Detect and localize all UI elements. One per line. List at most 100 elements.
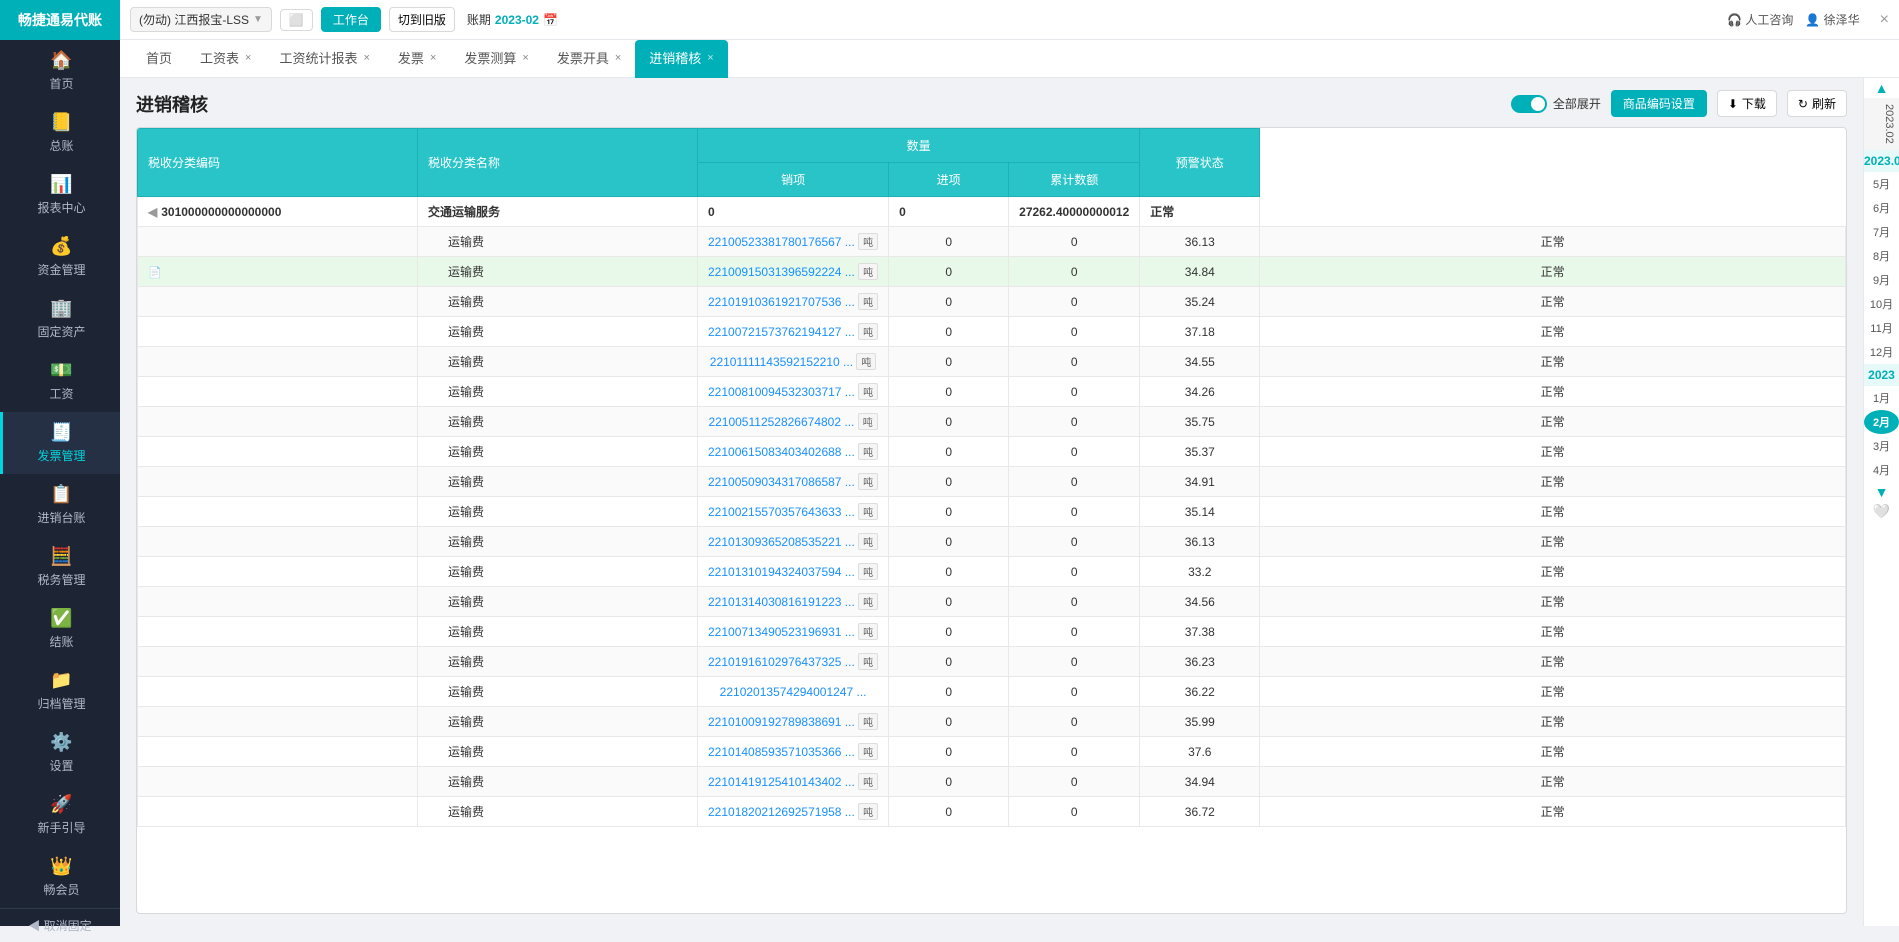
row-status: 正常 — [1260, 497, 1846, 527]
row-invoice[interactable]: 22100511252826674802 ... 吨 — [698, 407, 889, 437]
sidebar-item-settlement[interactable]: ✅结账 — [0, 598, 120, 660]
row-sale: 0 — [889, 437, 1009, 467]
tab-工资表[interactable]: 工资表× — [186, 40, 265, 78]
row-invoice[interactable]: 22101309365208535221 ... 吨 — [698, 527, 889, 557]
row-invoice[interactable]: 22100615083403402688 ... 吨 — [698, 437, 889, 467]
row-purchase: 0 — [1009, 497, 1140, 527]
calendar-month-10月[interactable]: 10月 — [1864, 292, 1899, 316]
sidebar-item-label: 工资 — [49, 385, 73, 402]
company-selector[interactable]: (勿动) 江西报宝-LSS ▼ — [130, 7, 272, 32]
copy-button[interactable]: ⬜ — [280, 9, 313, 31]
download-button[interactable]: ⬇ 下载 — [1717, 90, 1777, 117]
star-icon[interactable]: 🤍 — [1868, 502, 1896, 522]
sidebar-item-home[interactable]: 🏠首页 — [0, 40, 120, 102]
row-invoice[interactable]: 22100215570357643633 ... 吨 — [698, 497, 889, 527]
close-icon[interactable]: × — [1880, 11, 1889, 29]
company-label: (勿动) 江西报宝-LSS — [139, 11, 249, 28]
col-header-tax-name: 税收分类名称 — [418, 129, 698, 197]
tab-发票[interactable]: 发票× — [384, 40, 450, 78]
row-invoice[interactable]: 22101820212692571958 ... 吨 — [698, 797, 889, 827]
calendar-month-6月[interactable]: 6月 — [1864, 196, 1899, 220]
sidebar-item-archive[interactable]: 📁归档管理 — [0, 660, 120, 722]
calendar-month-12月[interactable]: 12月 — [1864, 340, 1899, 364]
sidebar-item-member[interactable]: 👑畅会员 — [0, 846, 120, 908]
tax-icon: 🧮 — [50, 546, 72, 567]
sidebar-item-funds[interactable]: 💰资金管理 — [0, 226, 120, 288]
row-name: 运输费 — [418, 767, 698, 797]
tab-首页[interactable]: 首页 — [132, 40, 186, 78]
sidebar-item-invoice[interactable]: 🧾发票管理 — [0, 412, 120, 474]
tab-close-icon[interactable]: × — [363, 52, 369, 64]
row-status: 正常 — [1260, 527, 1846, 557]
tab-进销稽核[interactable]: 进销稽核× — [635, 40, 727, 78]
sidebar-item-tax[interactable]: 🧮税务管理 — [0, 536, 120, 598]
row-invoice[interactable]: 22101009192789838691 ... 吨 — [698, 707, 889, 737]
row-invoice[interactable]: 22100810094532303717 ... 吨 — [698, 377, 889, 407]
tab-close-icon[interactable]: × — [522, 52, 528, 64]
row-invoice[interactable]: 22102013574294001247 ... — [698, 677, 889, 707]
row-invoice[interactable]: 22101419125410143402 ... 吨 — [698, 767, 889, 797]
unpin-button[interactable]: ◀ 取消固定 — [0, 908, 120, 942]
page-title: 进销稽核 — [136, 91, 208, 117]
row-invoice[interactable]: 22100721573762194127 ... 吨 — [698, 317, 889, 347]
sidebar-item-ledger[interactable]: 📒总账 — [0, 102, 120, 164]
row-sale: 0 — [889, 647, 1009, 677]
row-purchase: 0 — [1009, 257, 1140, 287]
calendar-month-11月[interactable]: 11月 — [1864, 316, 1899, 340]
row-invoice[interactable]: 22101310194324037594 ... 吨 — [698, 557, 889, 587]
tab-发票测算[interactable]: 发票测算× — [450, 40, 542, 78]
switch-version-button[interactable]: 切到旧版 — [389, 7, 455, 32]
sidebar-item-fixed-assets[interactable]: 🏢固定资产 — [0, 288, 120, 350]
refresh-button[interactable]: ↻ 刷新 — [1787, 90, 1847, 117]
row-sale: 0 — [889, 407, 1009, 437]
toggle-all-switch[interactable] — [1511, 95, 1547, 113]
tab-close-icon[interactable]: × — [245, 52, 251, 64]
tab-close-icon[interactable]: × — [430, 52, 436, 64]
row-invoice[interactable]: 22101910361921707536 ... 吨 — [698, 287, 889, 317]
sidebar-item-guide[interactable]: 🚀新手引导 — [0, 784, 120, 846]
tab-close-icon[interactable]: × — [707, 52, 713, 64]
tab-close-icon[interactable]: × — [615, 52, 621, 64]
calendar-nav-up[interactable]: ▲ — [1868, 78, 1896, 98]
row-status: 正常 — [1260, 287, 1846, 317]
row-invoice[interactable]: 22100523381780176567 ... 吨 — [698, 227, 889, 257]
calendar-month-7月[interactable]: 7月 — [1864, 220, 1899, 244]
support-label[interactable]: 🎧 人工咨询 — [1727, 11, 1793, 28]
row-code — [138, 647, 418, 677]
goods-setting-button[interactable]: 商品编码设置 — [1611, 90, 1707, 117]
workbench-button[interactable]: 工作台 — [321, 7, 381, 32]
sidebar-item-salary[interactable]: 💵 工资 — [0, 350, 120, 412]
row-code — [138, 617, 418, 647]
unit-tag: 吨 — [858, 383, 878, 400]
row-invoice[interactable]: 22101916102976437325 ... 吨 — [698, 647, 889, 677]
calendar-month-9月[interactable]: 9月 — [1864, 268, 1899, 292]
sidebar-item-settings[interactable]: ⚙️设置 — [0, 722, 120, 784]
calendar-month-4月[interactable]: 4月 — [1864, 458, 1899, 482]
row-status: 正常 — [1260, 617, 1846, 647]
row-invoice[interactable]: 22100713490523196931 ... 吨 — [698, 617, 889, 647]
tab-工资统计报表[interactable]: 工资统计报表× — [265, 40, 383, 78]
calendar-month-5月[interactable]: 5月 — [1864, 172, 1899, 196]
row-invoice[interactable]: 22101408593571035366 ... 吨 — [698, 737, 889, 767]
row-invoice[interactable]: 22101111143592152210 ... 吨 — [698, 347, 889, 377]
row-invoice[interactable]: 22101314030816191223 ... 吨 — [698, 587, 889, 617]
user-label[interactable]: 👤 徐泽华 — [1805, 11, 1859, 28]
calendar-month-2月[interactable]: 2月 — [1864, 410, 1899, 434]
row-invoice[interactable]: 22100509034317086587 ... 吨 — [698, 467, 889, 497]
app-logo: 畅捷通易代账 — [0, 0, 120, 40]
page-header: 进销稽核 全部展开 商品编码设置 ⬇ 下载 ↻ 刷新 — [136, 90, 1847, 117]
tab-发票开具[interactable]: 发票开具× — [543, 40, 635, 78]
salary-icon: 💵 — [50, 360, 72, 381]
row-sale: 0 — [889, 317, 1009, 347]
calendar-icon[interactable]: 📅 — [543, 13, 558, 27]
calendar-month-1月[interactable]: 1月 — [1864, 386, 1899, 410]
table-row: 运输费 22101916102976437325 ... 吨 0 0 36.23… — [138, 647, 1846, 677]
calendar-month-8月[interactable]: 8月 — [1864, 244, 1899, 268]
calendar-month-3月[interactable]: 3月 — [1864, 434, 1899, 458]
row-invoice[interactable]: 22100915031396592224 ... 吨 — [698, 257, 889, 287]
download-icon: ⬇ — [1728, 97, 1738, 111]
calendar-nav-down[interactable]: ▼ — [1868, 482, 1896, 502]
sidebar-item-sales-ledger[interactable]: 📋进销台账 — [0, 474, 120, 536]
unit-tag: 吨 — [858, 503, 878, 520]
sidebar-item-report[interactable]: 📊报表中心 — [0, 164, 120, 226]
